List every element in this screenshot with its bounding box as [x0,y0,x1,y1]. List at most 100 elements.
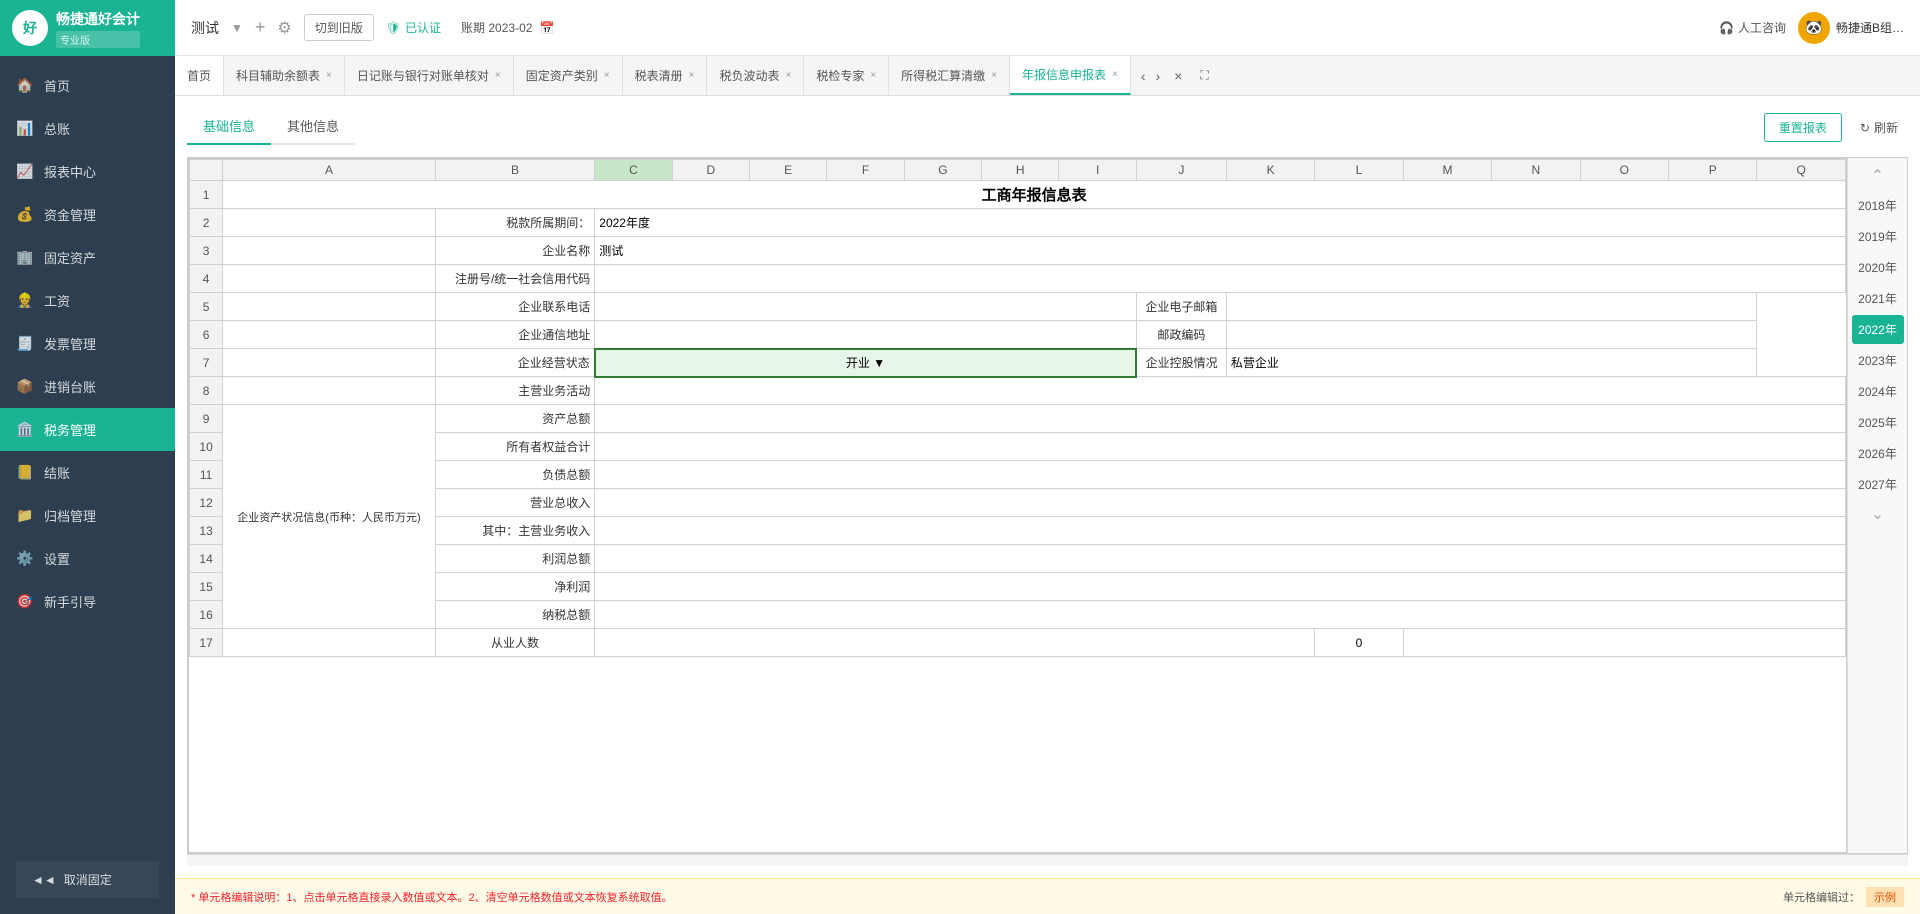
topbar-add-btn[interactable]: + [255,17,266,38]
cell-4-1[interactable]: 注册号/统一社会信用代码 [435,265,595,293]
cell-10-1[interactable]: 所有者权益合计 [435,433,595,461]
tab-expand-btn[interactable]: ⛶ [1192,66,1216,85]
cell-17-4[interactable] [1403,629,1845,657]
calendar-icon[interactable]: 📅 [540,21,555,35]
cell-7-2[interactable]: 开业 ▼ [595,349,1137,377]
cell-9-2[interactable] [595,405,1846,433]
user-menu[interactable]: 🐼 畅捷通B组… [1798,12,1904,44]
sidebar-item-工资[interactable]: 👷工资 [0,279,175,322]
cell-16-1[interactable]: 纳税总额 [435,601,595,629]
sub-tab-1[interactable]: 其他信息 [271,108,355,145]
tab-close-8[interactable]: × [1112,69,1118,80]
cell-15-1[interactable]: 净利润 [435,573,595,601]
sidebar-item-归档管理[interactable]: 📁归档管理 [0,494,175,537]
year-item-2024年[interactable]: 2024年 [1852,377,1904,406]
sidebar-item-报表中心[interactable]: 📈报表中心 [0,150,175,193]
cell-6-2[interactable] [595,321,1137,349]
cell-8-0[interactable] [223,377,436,405]
cell-7-3[interactable]: 企业控股情况 [1136,349,1226,377]
topbar-dropdown-arrow[interactable]: ▼ [231,21,243,35]
cell-6-4[interactable] [1226,321,1757,349]
cell-13-2[interactable] [595,517,1846,545]
consult-btn[interactable]: 🎧 人工咨询 [1719,19,1786,36]
cell-12-1[interactable]: 营业总收入 [435,489,595,517]
tab-close-4[interactable]: × [689,70,695,81]
year-item-2027年[interactable]: 2027年 [1852,470,1904,499]
sidebar-item-首页[interactable]: 🏠首页 [0,64,175,107]
cell-14-1[interactable]: 利润总额 [435,545,595,573]
tab-7[interactable]: 所得税汇算清缴× [889,56,1010,95]
tab-close-6[interactable]: × [870,70,876,81]
cell-4-0[interactable] [223,265,436,293]
year-item-2026年[interactable]: 2026年 [1852,439,1904,468]
cell-3-2[interactable]: 测试 [595,237,1846,265]
tab-close-1[interactable]: × [326,70,332,81]
sidebar-item-总账[interactable]: 📊总账 [0,107,175,150]
refresh-btn[interactable]: ↻ 刷新 [1850,113,1908,142]
cell-1-0[interactable]: 工商年报信息表 [223,181,1846,209]
cancel-fixed-btn[interactable]: ◄◄ 取消固定 [16,861,159,898]
sidebar-item-进销台账[interactable]: 📦进销台账 [0,365,175,408]
cell-17-3[interactable]: 0 [1315,629,1403,657]
tab-3[interactable]: 固定资产类别× [514,56,623,95]
cell-6-3[interactable]: 邮政编码 [1136,321,1226,349]
cell-5-4[interactable] [1226,293,1757,321]
cell-13-1[interactable]: 其中：主营业务收入 [435,517,595,545]
cell-12-2[interactable] [595,489,1846,517]
cell-17-0[interactable] [223,629,436,657]
sidebar-item-结账[interactable]: 📒结账 [0,451,175,494]
cell-16-2[interactable] [595,601,1846,629]
cell-5-0[interactable] [223,293,436,321]
sidebar-item-发票管理[interactable]: 🧾发票管理 [0,322,175,365]
year-item-2020年[interactable]: 2020年 [1852,253,1904,282]
cell-14-2[interactable] [595,545,1846,573]
cell-15-2[interactable] [595,573,1846,601]
sidebar-item-新手引导[interactable]: 🎯新手引导 [0,580,175,623]
tab-0[interactable]: 首页 [175,56,224,95]
sub-tab-0[interactable]: 基础信息 [187,108,271,145]
tab-close-7[interactable]: × [991,70,997,81]
switch-old-btn[interactable]: 切到旧版 [304,14,374,41]
year-item-2022年[interactable]: 2022年 [1852,315,1904,344]
topbar-settings-btn[interactable]: ⚙ [277,18,291,38]
cell-2-1[interactable]: 税款所属期间： [435,209,595,237]
horizontal-scrollbar[interactable] [187,854,1908,866]
year-item-2025年[interactable]: 2025年 [1852,408,1904,437]
year-item-2019年[interactable]: 2019年 [1852,222,1904,251]
cell-7-4[interactable]: 私营企业 [1226,349,1757,377]
tab-8[interactable]: 年报信息申报表× [1010,56,1131,95]
tab-1[interactable]: 科目辅助余额表× [224,56,345,95]
cell-8-2[interactable] [595,377,1846,405]
tab-6[interactable]: 税检专家× [804,56,889,95]
cell-2-0[interactable] [223,209,436,237]
cell-8-1[interactable]: 主营业务活动 [435,377,595,405]
tab-5[interactable]: 税负波动表× [707,56,804,95]
cell-9-1[interactable]: 资产总额 [435,405,595,433]
cell-2-2[interactable]: 2022年度 [595,209,1846,237]
tab-prev-btn[interactable]: ‹ [1137,66,1150,86]
tab-2[interactable]: 日记账与银行对账单核对× [345,56,514,95]
year-item-2023年[interactable]: 2023年 [1852,346,1904,375]
reset-report-btn[interactable]: 重置报表 [1764,113,1842,142]
cell-6-1[interactable]: 企业通信地址 [435,321,595,349]
cell-4-2[interactable] [595,265,1846,293]
year-item-2021年[interactable]: 2021年 [1852,284,1904,313]
cell-7-0[interactable] [223,349,436,377]
cell-5-2[interactable] [595,293,1137,321]
sidebar-item-固定资产[interactable]: 🏢固定资产 [0,236,175,279]
cell-17-1[interactable]: 从业人数 [435,629,595,657]
cell-10-2[interactable] [595,433,1846,461]
sidebar-item-税务管理[interactable]: 🏛️税务管理 [0,408,175,451]
cell-3-0[interactable] [223,237,436,265]
tab-close-5[interactable]: × [785,70,791,81]
cell-11-1[interactable]: 负债总额 [435,461,595,489]
year-scroll-up[interactable]: ⌃ [1867,162,1888,190]
tab-next-btn[interactable]: › [1152,66,1165,86]
sidebar-item-设置[interactable]: ⚙️设置 [0,537,175,580]
year-item-2018年[interactable]: 2018年 [1852,191,1904,220]
tab-close-3[interactable]: × [604,70,610,81]
cell-6-0[interactable] [223,321,436,349]
cell-7-1[interactable]: 企业经营状态 [435,349,595,377]
cell-11-2[interactable] [595,461,1846,489]
tab-close-all-btn[interactable]: × [1166,66,1190,86]
